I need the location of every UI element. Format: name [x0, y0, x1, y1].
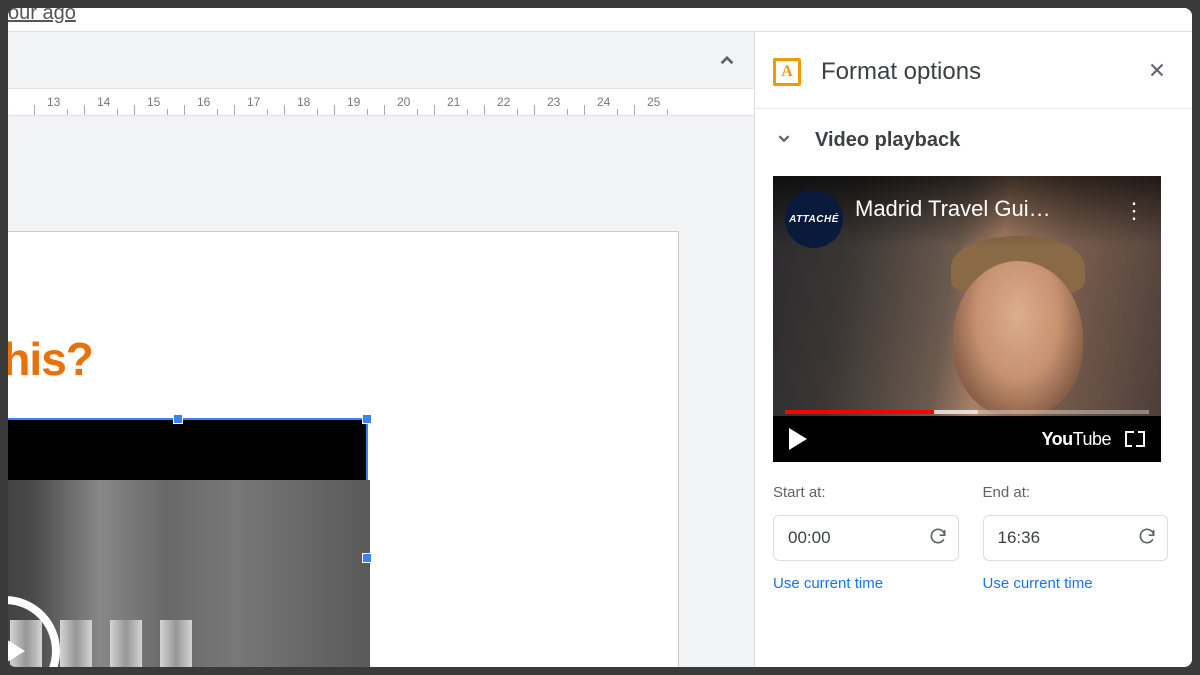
- end-at-input[interactable]: [983, 515, 1169, 561]
- horizontal-ruler[interactable]: 213141516171819202122232425: [8, 88, 754, 116]
- use-current-time-end[interactable]: Use current time: [983, 575, 1169, 592]
- use-current-time-start[interactable]: Use current time: [773, 575, 959, 592]
- video-title: Madrid Travel Gui…: [855, 196, 1051, 222]
- collapse-toolbar-icon[interactable]: [714, 48, 740, 81]
- panel-title: Format options: [821, 58, 1146, 86]
- video-preview[interactable]: ATTACHÉ Madrid Travel Gui… ⋮ YouTube: [773, 176, 1161, 462]
- slide-title-text[interactable]: this?: [8, 332, 93, 386]
- channel-badge[interactable]: ATTACHÉ: [785, 190, 843, 248]
- more-options-icon[interactable]: ⋮: [1123, 198, 1147, 224]
- resize-handle-tm[interactable]: [173, 414, 183, 424]
- video-controls-bar: YouTube: [773, 416, 1161, 462]
- format-options-panel: A Format options Video playback: [754, 32, 1192, 667]
- close-panel-button[interactable]: [1146, 59, 1168, 86]
- fullscreen-icon[interactable]: [1125, 431, 1145, 447]
- start-at-input[interactable]: [773, 515, 959, 561]
- start-time-field[interactable]: [788, 528, 928, 548]
- end-at-label: End at:: [983, 484, 1169, 501]
- youtube-logo[interactable]: YouTube: [1041, 429, 1111, 450]
- format-options-icon: A: [773, 58, 801, 86]
- slide[interactable]: this?: [8, 232, 678, 667]
- play-button[interactable]: [789, 428, 807, 450]
- slide-canvas[interactable]: 213141516171819202122232425 this?: [8, 32, 754, 667]
- resize-handle-mr[interactable]: [362, 553, 372, 563]
- section-title: Video playback: [815, 129, 960, 152]
- resize-handle-tr[interactable]: [362, 414, 372, 424]
- chevron-down-icon: [773, 127, 795, 154]
- last-edit-text[interactable]: our ago: [8, 8, 76, 25]
- video-thumbnail: [8, 480, 370, 667]
- selected-video-object[interactable]: [8, 418, 368, 667]
- refresh-end-icon[interactable]: [1137, 526, 1157, 551]
- start-at-label: Start at:: [773, 484, 959, 501]
- app-topbar: our ago: [8, 8, 1192, 32]
- end-time-field[interactable]: [998, 528, 1138, 548]
- progress-bar[interactable]: [785, 410, 1149, 414]
- refresh-start-icon[interactable]: [928, 526, 948, 551]
- video-playback-section-header[interactable]: Video playback: [773, 127, 1168, 154]
